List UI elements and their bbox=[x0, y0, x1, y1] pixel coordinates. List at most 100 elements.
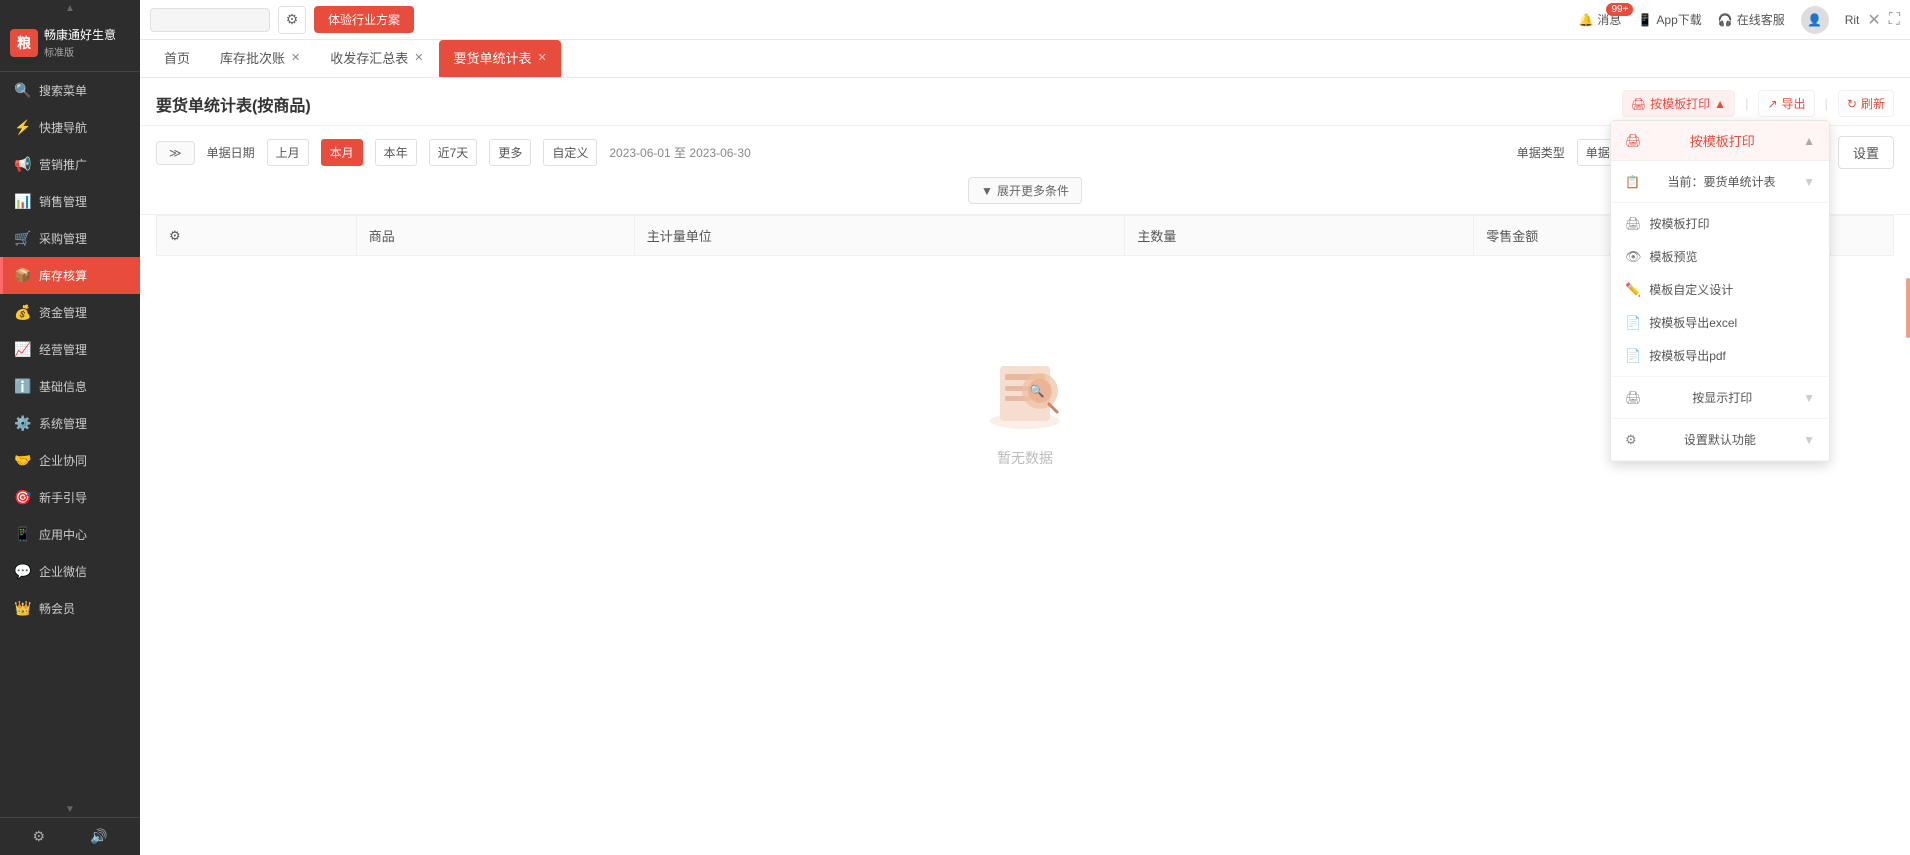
date-range-text: 2023-06-01 至 2023-06-30 bbox=[609, 144, 750, 161]
dropdown-close-btn[interactable]: ▲ bbox=[1803, 134, 1815, 148]
topbar-search-input[interactable] bbox=[150, 8, 270, 32]
dropdown-item-template-print[interactable]: 🖨 按模板打印 bbox=[1611, 207, 1829, 240]
inventory-icon: 📦 bbox=[13, 267, 33, 284]
topbar-online-service[interactable]: 🎧 在线客服 bbox=[1718, 11, 1785, 28]
template-icon: 📋 bbox=[1625, 175, 1640, 189]
sidebar-item-inventory[interactable]: 📦 库存核算 bbox=[0, 257, 140, 294]
expand-more-conditions-btn[interactable]: ▼ 展开更多条件 bbox=[968, 177, 1082, 204]
user-icon: 👤 bbox=[1807, 13, 1822, 27]
tab-order-stats-close[interactable]: ✕ bbox=[538, 51, 547, 64]
dropdown-display-section: 🖨 按显示打印 ▼ bbox=[1611, 377, 1829, 419]
sidebar-scroll-down[interactable]: ▼ bbox=[0, 801, 140, 817]
member-icon: 👑 bbox=[13, 600, 33, 617]
printer-header-icon: 🖨 bbox=[1625, 133, 1642, 149]
basic-icon: ℹ️ bbox=[13, 378, 33, 395]
tab-collect-summary[interactable]: 收发存汇总表 ✕ bbox=[316, 40, 437, 77]
topbar-notifications[interactable]: 🔔 消息 99+ bbox=[1578, 11, 1621, 28]
sidebar-item-apps[interactable]: 📱 应用中心 bbox=[0, 516, 140, 553]
dropdown-header[interactable]: 🖨 按模板打印 ▲ bbox=[1611, 121, 1829, 161]
print-icon: 🖨 bbox=[1625, 216, 1642, 232]
topbar-settings-btn[interactable]: ⚙ bbox=[278, 6, 306, 34]
user-avatar[interactable]: 👤 bbox=[1801, 6, 1829, 34]
divider: | bbox=[1745, 96, 1748, 111]
set-default-arrow: ▼ bbox=[1803, 433, 1815, 447]
topbar-experience-btn[interactable]: 体验行业方案 bbox=[314, 6, 414, 33]
col-settings[interactable]: ⚙ bbox=[157, 216, 357, 256]
empty-illustration: 🔍 bbox=[975, 336, 1075, 436]
window-close-btn[interactable]: ✕ bbox=[1867, 10, 1880, 30]
sidebar-item-guide[interactable]: 🎯 新手引导 bbox=[0, 479, 140, 516]
app-logo-icon: 粮 bbox=[10, 29, 38, 57]
system-icon: ⚙️ bbox=[13, 415, 33, 432]
sidebar-item-sales[interactable]: 📊 销售管理 bbox=[0, 183, 140, 220]
date-custom-btn[interactable]: 自定义 bbox=[543, 139, 597, 166]
dropdown-settings-section: ⚙ 设置默认功能 ▼ bbox=[1611, 419, 1829, 461]
page-toolbar: 🖨 按模板打印 ▲ | ↗ 导出 | ↻ 刷新 bbox=[1622, 90, 1894, 117]
tab-batch-account[interactable]: 库存批次账 ✕ bbox=[206, 40, 314, 77]
notification-badge: 99+ bbox=[1606, 3, 1633, 16]
sidebar-scroll-up[interactable]: ▲ bbox=[0, 0, 140, 16]
export-btn[interactable]: ↗ 导出 bbox=[1758, 90, 1814, 117]
quick-nav-icon: ⚡ bbox=[13, 119, 33, 136]
sidebar-item-basic[interactable]: ℹ️ 基础信息 bbox=[0, 368, 140, 405]
expand-left-icon: ≫ bbox=[169, 146, 182, 160]
sidebar-sound-btn[interactable]: 🔊 bbox=[90, 828, 107, 845]
export-icon: ↗ bbox=[1767, 97, 1777, 111]
window-maximize-btn[interactable]: ⛶ bbox=[1889, 11, 1900, 29]
refresh-btn[interactable]: ↻ 刷新 bbox=[1838, 90, 1894, 117]
dropdown-item-export-excel[interactable]: 📄 按模板导出excel bbox=[1611, 306, 1829, 339]
sidebar: ▲ 粮 畅康通好生意 标准版 🔍 搜索菜单 ⚡ 快捷导航 📢 营销推广 📊 销售… bbox=[0, 0, 140, 855]
print-template-btn[interactable]: 🖨 按模板打印 ▲ bbox=[1622, 90, 1735, 117]
scrollbar-indicator[interactable] bbox=[1906, 278, 1910, 338]
operation-icon: 📈 bbox=[13, 341, 33, 358]
dropdown-item-export-pdf[interactable]: 📄 按模板导出pdf bbox=[1611, 339, 1829, 372]
filter-expand-left-btn[interactable]: ≫ bbox=[156, 141, 195, 165]
svg-text:🔍: 🔍 bbox=[1030, 383, 1045, 398]
printer-icon: 🖨 bbox=[1631, 97, 1646, 111]
display-print-arrow: ▼ bbox=[1803, 391, 1815, 405]
dropdown-actions-section: 🖨 按模板打印 👁 模板预览 ✏️ 模板自定义设计 📄 按模板导出excel 📄 bbox=[1611, 203, 1829, 377]
guide-icon: 🎯 bbox=[13, 489, 33, 506]
date-prev-month-btn[interactable]: 上月 bbox=[267, 139, 309, 166]
display-print-icon: 🖨 bbox=[1625, 390, 1642, 406]
user-name[interactable]: Rit bbox=[1845, 13, 1860, 27]
dropdown-item-template-preview[interactable]: 👁 模板预览 bbox=[1611, 240, 1829, 273]
dropdown-current-template[interactable]: 📋 当前：要货单统计表 ▼ bbox=[1611, 165, 1829, 198]
dropdown-item-template-design[interactable]: ✏️ 模板自定义设计 bbox=[1611, 273, 1829, 306]
excel-icon: 📄 bbox=[1625, 315, 1641, 331]
column-settings-btn[interactable]: 设置 bbox=[1838, 136, 1894, 169]
topbar-app-download[interactable]: 📱 App下载 bbox=[1637, 11, 1701, 28]
sidebar-nav: 🔍 搜索菜单 ⚡ 快捷导航 📢 营销推广 📊 销售管理 🛒 采购管理 📦 库存核… bbox=[0, 72, 140, 801]
window-controls: ✕ ⛶ bbox=[1867, 10, 1900, 30]
sidebar-item-system[interactable]: ⚙️ 系统管理 bbox=[0, 405, 140, 442]
sidebar-item-operation[interactable]: 📈 经营管理 bbox=[0, 331, 140, 368]
tab-collect-summary-close[interactable]: ✕ bbox=[414, 51, 423, 64]
date-current-year-btn[interactable]: 本年 bbox=[375, 139, 417, 166]
dropdown-item-set-default[interactable]: ⚙ 设置默认功能 ▼ bbox=[1611, 423, 1829, 456]
divider2: | bbox=[1825, 96, 1828, 111]
sidebar-item-purchase[interactable]: 🛒 采购管理 bbox=[0, 220, 140, 257]
date-more-btn[interactable]: 更多 bbox=[489, 139, 531, 166]
sales-icon: 📊 bbox=[13, 193, 33, 210]
sidebar-item-wechat[interactable]: 💬 企业微信 bbox=[0, 553, 140, 590]
collab-icon: 🤝 bbox=[13, 452, 33, 469]
tab-batch-account-close[interactable]: ✕ bbox=[291, 51, 300, 64]
finance-icon: 💰 bbox=[13, 304, 33, 321]
sidebar-item-quick-nav[interactable]: ⚡ 快捷导航 bbox=[0, 109, 140, 146]
pdf-icon: 📄 bbox=[1625, 348, 1641, 364]
sidebar-item-search[interactable]: 🔍 搜索菜单 bbox=[0, 72, 140, 109]
sidebar-item-finance[interactable]: 💰 资金管理 bbox=[0, 294, 140, 331]
apps-icon: 📱 bbox=[13, 526, 33, 543]
sidebar-settings-btn[interactable]: ⚙ bbox=[33, 828, 46, 845]
sidebar-item-collab[interactable]: 🤝 企业协同 bbox=[0, 442, 140, 479]
sidebar-item-marketing[interactable]: 📢 营销推广 bbox=[0, 146, 140, 183]
bell-icon: 🔔 bbox=[1578, 13, 1593, 27]
tab-order-stats[interactable]: 要货单统计表 ✕ bbox=[439, 40, 560, 77]
marketing-icon: 📢 bbox=[13, 156, 33, 173]
dropdown-item-display-print[interactable]: 🖨 按显示打印 ▼ bbox=[1611, 381, 1829, 414]
tab-home[interactable]: 首页 bbox=[150, 40, 204, 77]
date-current-month-btn[interactable]: 本月 bbox=[321, 139, 363, 166]
sidebar-item-member[interactable]: 👑 畅会员 bbox=[0, 590, 140, 627]
date-7days-btn[interactable]: 近7天 bbox=[429, 139, 478, 166]
content-area: 要货单统计表(按商品) 🖨 按模板打印 ▲ | ↗ 导出 | ↻ bbox=[140, 78, 1910, 855]
